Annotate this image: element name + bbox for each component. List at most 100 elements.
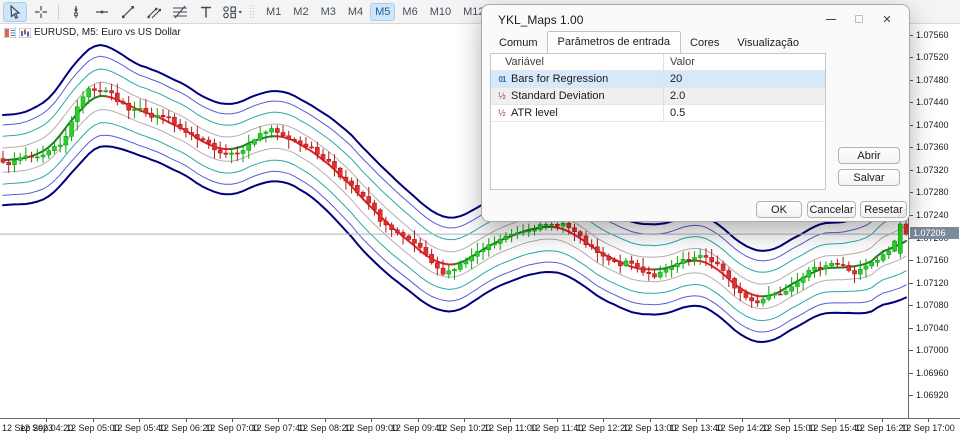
time-axis-label: 12 Sep 11:00 bbox=[483, 423, 537, 433]
text-icon bbox=[201, 6, 211, 17]
abrir-button[interactable]: Abrir bbox=[838, 147, 900, 164]
candle-body bbox=[417, 242, 423, 248]
salvar-button[interactable]: Salvar bbox=[838, 169, 900, 186]
candle-body bbox=[372, 202, 377, 211]
candle-body bbox=[412, 239, 417, 244]
double-type-icon: ½ bbox=[498, 91, 506, 101]
maximize-icon bbox=[855, 15, 863, 23]
fibonacci-tool-button[interactable] bbox=[168, 2, 192, 22]
minimize-button[interactable] bbox=[817, 10, 845, 28]
maximize-button[interactable] bbox=[845, 10, 873, 28]
candle-body bbox=[155, 115, 160, 118]
candle-body bbox=[149, 112, 154, 118]
text-tool-button[interactable] bbox=[194, 2, 218, 22]
timeframe-m6[interactable]: M6 bbox=[397, 3, 422, 21]
double-type-icon: ½ bbox=[498, 108, 506, 118]
price-axis-label: 1.07360 bbox=[916, 142, 949, 153]
time-axis[interactable]: 12 Sep 2023 12 Sep 04:20 12 Sep 05:00 12 Se… bbox=[0, 418, 960, 436]
param-value[interactable]: 2.0 bbox=[664, 90, 825, 102]
timeframe-m3[interactable]: M3 bbox=[316, 3, 341, 21]
time-tick bbox=[835, 419, 837, 422]
candle-body bbox=[395, 229, 400, 233]
time-tick bbox=[603, 419, 605, 422]
param-row[interactable]: ½ ATR level 0.5 bbox=[491, 105, 825, 122]
candle-body bbox=[29, 155, 34, 158]
horizontal-line-tool-button[interactable] bbox=[90, 2, 114, 22]
ok-button[interactable]: OK bbox=[756, 201, 802, 218]
candle-body bbox=[886, 250, 892, 256]
timeframe-m2[interactable]: M2 bbox=[288, 3, 313, 21]
cursor-tool-button[interactable] bbox=[3, 1, 27, 22]
parameters-table: Variável Valor 01 Bars for Regression 20 ½ Sta… bbox=[490, 53, 826, 190]
cancelar-button[interactable]: Cancelar bbox=[807, 201, 856, 218]
tab-comum[interactable]: Comum bbox=[490, 34, 547, 53]
timeframe-m4[interactable]: M4 bbox=[343, 3, 368, 21]
time-tick bbox=[510, 419, 512, 422]
vertical-line-tool-button[interactable] bbox=[64, 2, 88, 22]
candle-body bbox=[115, 92, 120, 102]
timeframe-m1[interactable]: M1 bbox=[261, 3, 286, 21]
candle-body bbox=[143, 108, 149, 114]
candle-body bbox=[326, 159, 332, 162]
toolbar-grip bbox=[249, 3, 254, 20]
time-tick bbox=[928, 419, 929, 422]
dialog-tabs: Comum Parâmetros de entrada Cores Visualiza… bbox=[490, 31, 808, 54]
price-axis[interactable]: 1.07206 1.07560 1.07520 1.07480 1.07440 1.07… bbox=[908, 24, 960, 418]
trendline-tool-button[interactable] bbox=[116, 2, 140, 22]
candle-body bbox=[526, 230, 532, 233]
tab-visualiza-o[interactable]: Visualização bbox=[728, 34, 808, 53]
dialog-resize-grip[interactable] bbox=[896, 208, 906, 218]
candle-body bbox=[852, 270, 857, 275]
candle-body bbox=[52, 146, 57, 151]
param-value[interactable]: 0.5 bbox=[664, 107, 825, 119]
crosshair-tool-button[interactable] bbox=[29, 2, 53, 22]
param-name-cell: ½ ATR level bbox=[491, 105, 664, 121]
candle-body bbox=[132, 109, 137, 111]
candle-body bbox=[160, 115, 166, 118]
candle-body bbox=[40, 154, 46, 158]
time-tick bbox=[185, 419, 187, 422]
candle-body bbox=[709, 257, 714, 263]
dialog-window-buttons: ✕ bbox=[817, 10, 901, 28]
candle-body bbox=[126, 103, 132, 111]
shapes-icon bbox=[223, 5, 242, 18]
candle-body bbox=[457, 263, 463, 270]
candle-body bbox=[435, 262, 440, 269]
price-tick bbox=[909, 305, 913, 307]
time-tick bbox=[92, 419, 94, 422]
candle-body bbox=[657, 271, 663, 278]
shapes-tool-button[interactable] bbox=[220, 2, 244, 22]
tab-par-metros-de-entrada[interactable]: Parâmetros de entrada bbox=[546, 31, 682, 54]
candle-body bbox=[337, 167, 343, 178]
tab-cores[interactable]: Cores bbox=[681, 34, 728, 53]
timeframe-m10[interactable]: M10 bbox=[425, 3, 456, 21]
candle-body bbox=[360, 192, 366, 197]
candle-body bbox=[629, 260, 634, 264]
price-axis-label: 1.07440 bbox=[916, 97, 949, 108]
param-row[interactable]: ½ Standard Deviation 2.0 bbox=[491, 88, 825, 105]
param-value[interactable]: 20 bbox=[664, 73, 825, 85]
table-header-row: Variável Valor bbox=[491, 54, 825, 71]
candle-body bbox=[23, 155, 29, 158]
candle-body bbox=[583, 235, 589, 245]
time-tick bbox=[232, 419, 233, 422]
close-button[interactable]: ✕ bbox=[873, 10, 901, 28]
candle-body bbox=[63, 136, 69, 146]
toolbar-separator bbox=[58, 3, 59, 20]
param-row[interactable]: 01 Bars for Regression 20 bbox=[491, 71, 825, 88]
price-tick bbox=[909, 395, 913, 397]
price-axis-label: 1.07160 bbox=[916, 255, 949, 266]
time-axis-label: 12 Sep 10:20 bbox=[437, 423, 491, 433]
candle-body bbox=[292, 139, 297, 142]
candle-body bbox=[555, 224, 560, 227]
candle-body bbox=[17, 157, 23, 161]
channel-tool-button[interactable] bbox=[142, 2, 166, 22]
candle-body bbox=[606, 255, 612, 261]
candle-body bbox=[617, 261, 623, 267]
candle-body bbox=[97, 90, 103, 92]
candle-body bbox=[109, 90, 114, 94]
regression-center-line bbox=[762, 240, 907, 298]
candle-body bbox=[863, 265, 869, 270]
candle-body bbox=[269, 128, 274, 133]
timeframe-m5[interactable]: M5 bbox=[370, 2, 396, 21]
